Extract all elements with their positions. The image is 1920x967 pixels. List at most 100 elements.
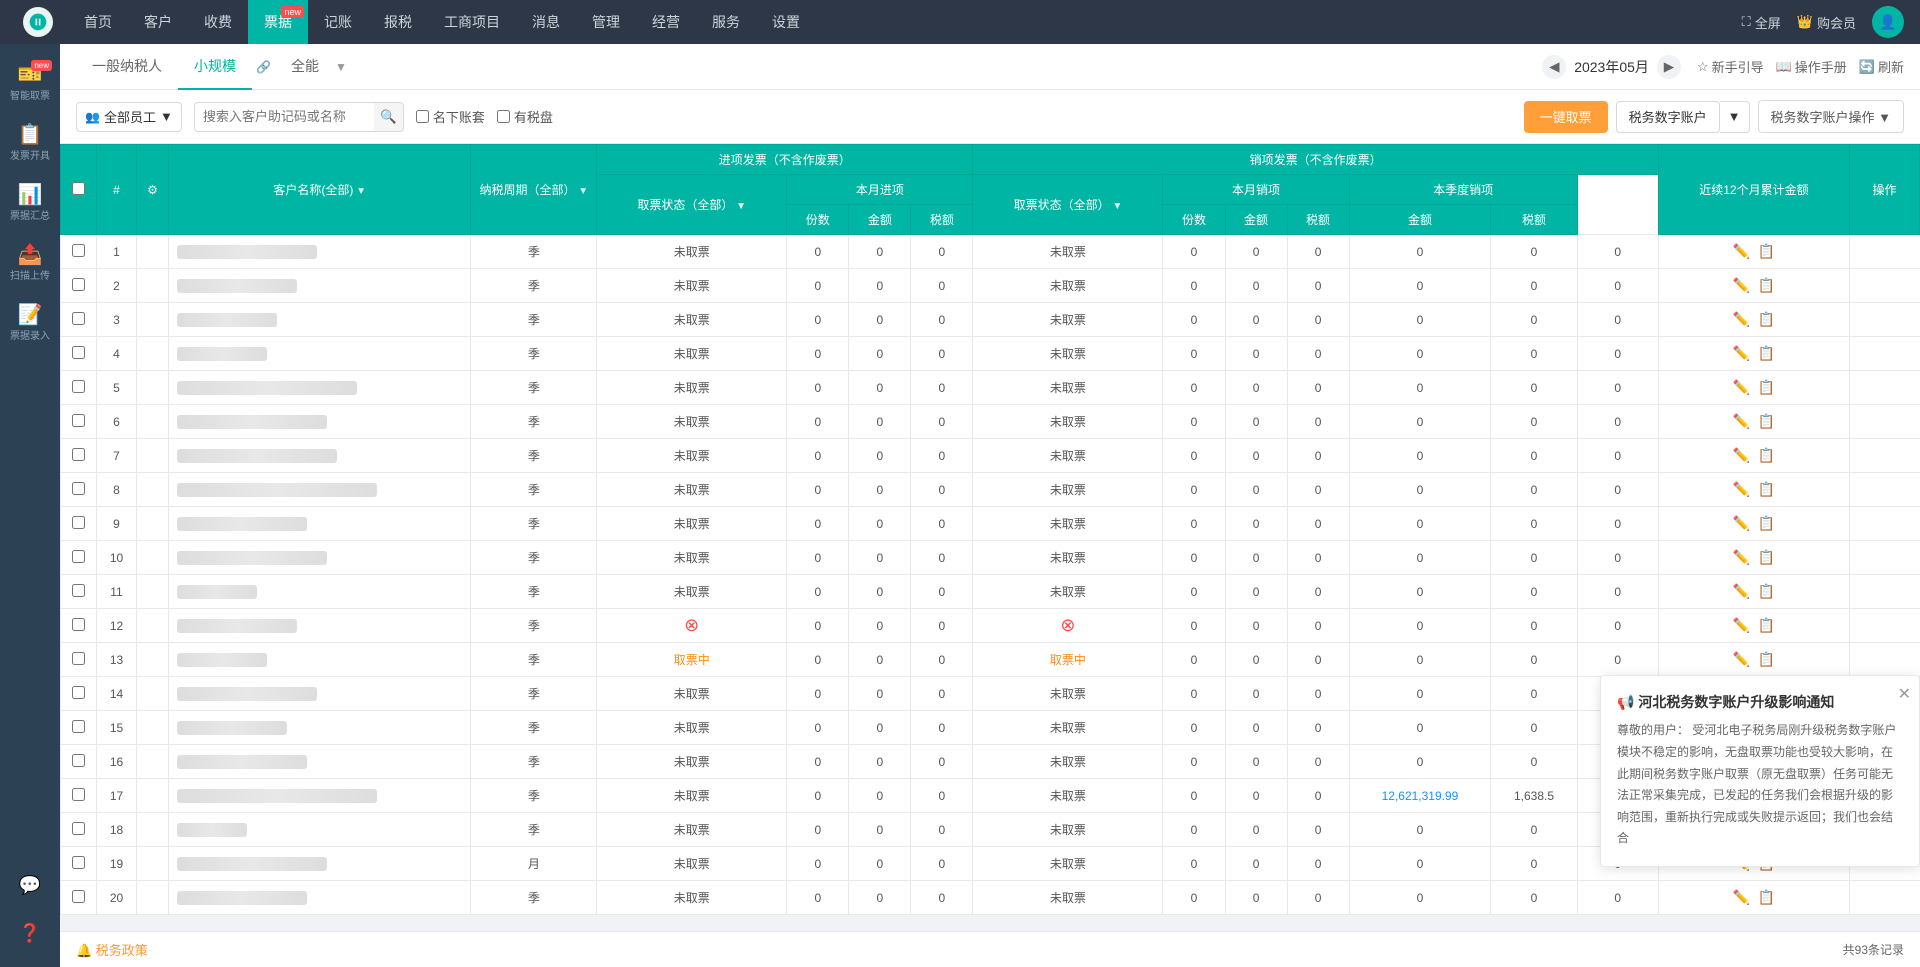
notification-close-btn[interactable]: ✕ <box>1898 684 1911 704</box>
copy-btn[interactable]: 📋 <box>1756 581 1777 602</box>
row-checkbox[interactable] <box>72 754 85 767</box>
nav-client[interactable]: 客户 <box>128 0 188 44</box>
search-btn[interactable]: 🔍 <box>374 102 404 132</box>
row-checkbox[interactable] <box>72 516 85 529</box>
td-checkbox[interactable] <box>61 507 97 541</box>
td-checkbox[interactable] <box>61 575 97 609</box>
row-checkbox[interactable] <box>72 720 85 733</box>
tax-digital-dropdown-btn[interactable]: ▼ <box>1720 101 1750 133</box>
row-checkbox[interactable] <box>72 822 85 835</box>
row-checkbox[interactable] <box>72 856 85 869</box>
row-checkbox[interactable] <box>72 550 85 563</box>
edit-btn[interactable]: ✏️ <box>1731 513 1752 534</box>
td-checkbox[interactable] <box>61 473 97 507</box>
td-checkbox[interactable] <box>61 745 97 779</box>
tab-all-dropdown[interactable]: ▼ <box>335 60 347 74</box>
fullscreen-btn[interactable]: ⛶ 全屏 <box>1742 13 1781 32</box>
sidebar-item-open-invoice[interactable]: 📋 发票开具 <box>0 112 60 172</box>
nav-message[interactable]: 消息 <box>516 0 576 44</box>
nav-settings[interactable]: 设置 <box>756 0 816 44</box>
td-checkbox[interactable] <box>61 677 97 711</box>
vip-btn[interactable]: 👑 购会员 <box>1797 13 1856 32</box>
td-checkbox[interactable] <box>61 303 97 337</box>
td-checkbox[interactable] <box>61 643 97 677</box>
td-checkbox[interactable] <box>61 881 97 915</box>
tax-digital-btn[interactable]: 税务数字账户 <box>1616 101 1720 133</box>
refresh-btn[interactable]: 🔄 刷新 <box>1859 57 1904 76</box>
edit-btn[interactable]: ✏️ <box>1731 275 1752 296</box>
td-checkbox[interactable] <box>61 779 97 813</box>
edit-btn[interactable]: ✏️ <box>1731 887 1752 908</box>
edit-btn[interactable]: ✏️ <box>1731 581 1752 602</box>
row-checkbox[interactable] <box>72 618 85 631</box>
sidebar-item-summary[interactable]: 📊 票据汇总 <box>0 172 60 232</box>
copy-btn[interactable]: 📋 <box>1756 343 1777 364</box>
sidebar-item-smart-ticket[interactable]: 🎫 智能取票 new <box>0 52 60 112</box>
td-checkbox[interactable] <box>61 235 97 269</box>
tab-all[interactable]: 全能 <box>275 44 335 90</box>
td-checkbox[interactable] <box>61 847 97 881</box>
tax-digital-action-btn[interactable]: 税务数字账户操作 ▼ <box>1758 100 1904 133</box>
checkbox-taxdisk-input[interactable] <box>497 110 510 123</box>
td-checkbox[interactable] <box>61 371 97 405</box>
nav-home[interactable]: 首页 <box>68 0 128 44</box>
copy-btn[interactable]: 📋 <box>1756 649 1777 670</box>
search-input[interactable] <box>194 102 374 132</box>
copy-btn[interactable]: 📋 <box>1756 887 1777 908</box>
checkbox-taxdisk[interactable]: 有税盘 <box>497 107 553 126</box>
nav-tax[interactable]: 报税 <box>368 0 428 44</box>
edit-btn[interactable]: ✏️ <box>1731 241 1752 262</box>
row-checkbox[interactable] <box>72 584 85 597</box>
select-all-checkbox[interactable] <box>72 182 85 195</box>
row-checkbox[interactable] <box>72 652 85 665</box>
td-checkbox[interactable] <box>61 405 97 439</box>
copy-btn[interactable]: 📋 <box>1756 377 1777 398</box>
sidebar-chat-btn[interactable]: 💬 <box>0 863 60 907</box>
td-checkbox[interactable] <box>61 813 97 847</box>
edit-btn[interactable]: ✏️ <box>1731 479 1752 500</box>
copy-btn[interactable]: 📋 <box>1756 241 1777 262</box>
nav-operation[interactable]: 经营 <box>636 0 696 44</box>
td-checkbox[interactable] <box>61 541 97 575</box>
edit-btn[interactable]: ✏️ <box>1731 547 1752 568</box>
row-checkbox[interactable] <box>72 244 85 257</box>
copy-btn[interactable]: 📋 <box>1756 479 1777 500</box>
nav-business[interactable]: 工商项目 <box>428 0 516 44</box>
row-checkbox[interactable] <box>72 890 85 903</box>
checkbox-account-input[interactable] <box>416 110 429 123</box>
operation-manual-btn[interactable]: 📖 操作手册 <box>1776 57 1847 76</box>
row-checkbox[interactable] <box>72 380 85 393</box>
copy-btn[interactable]: 📋 <box>1756 445 1777 466</box>
nav-service[interactable]: 服务 <box>696 0 756 44</box>
row-checkbox[interactable] <box>72 278 85 291</box>
period-next-btn[interactable]: ▶ <box>1657 55 1681 79</box>
row-checkbox[interactable] <box>72 788 85 801</box>
tab-small-scale[interactable]: 小规模 <box>178 44 252 90</box>
row-checkbox[interactable] <box>72 448 85 461</box>
copy-btn[interactable]: 📋 <box>1756 615 1777 636</box>
edit-btn[interactable]: ✏️ <box>1731 615 1752 636</box>
tax-policy-link[interactable]: 🔔 税务政策 <box>76 940 148 959</box>
edit-btn[interactable]: ✏️ <box>1731 309 1752 330</box>
row-checkbox[interactable] <box>72 414 85 427</box>
edit-btn[interactable]: ✏️ <box>1731 377 1752 398</box>
edit-btn[interactable]: ✏️ <box>1731 649 1752 670</box>
new-guide-btn[interactable]: ☆ 新手引导 <box>1697 57 1764 76</box>
row-checkbox[interactable] <box>72 686 85 699</box>
one-click-ticket-btn[interactable]: 一键取票 <box>1524 101 1608 133</box>
td-checkbox[interactable] <box>61 711 97 745</box>
edit-btn[interactable]: ✏️ <box>1731 343 1752 364</box>
row-checkbox[interactable] <box>72 482 85 495</box>
copy-btn[interactable]: 📋 <box>1756 275 1777 296</box>
sidebar-help-btn[interactable]: ❓ <box>0 911 60 955</box>
edit-btn[interactable]: ✏️ <box>1731 445 1752 466</box>
copy-btn[interactable]: 📋 <box>1756 513 1777 534</box>
row-checkbox[interactable] <box>72 346 85 359</box>
sidebar-item-ticket-entry[interactable]: 📝 票据录入 <box>0 292 60 352</box>
nav-manage[interactable]: 管理 <box>576 0 636 44</box>
td-checkbox[interactable] <box>61 439 97 473</box>
td-checkbox[interactable] <box>61 609 97 643</box>
edit-btn[interactable]: ✏️ <box>1731 411 1752 432</box>
copy-btn[interactable]: 📋 <box>1756 309 1777 330</box>
td-checkbox[interactable] <box>61 337 97 371</box>
